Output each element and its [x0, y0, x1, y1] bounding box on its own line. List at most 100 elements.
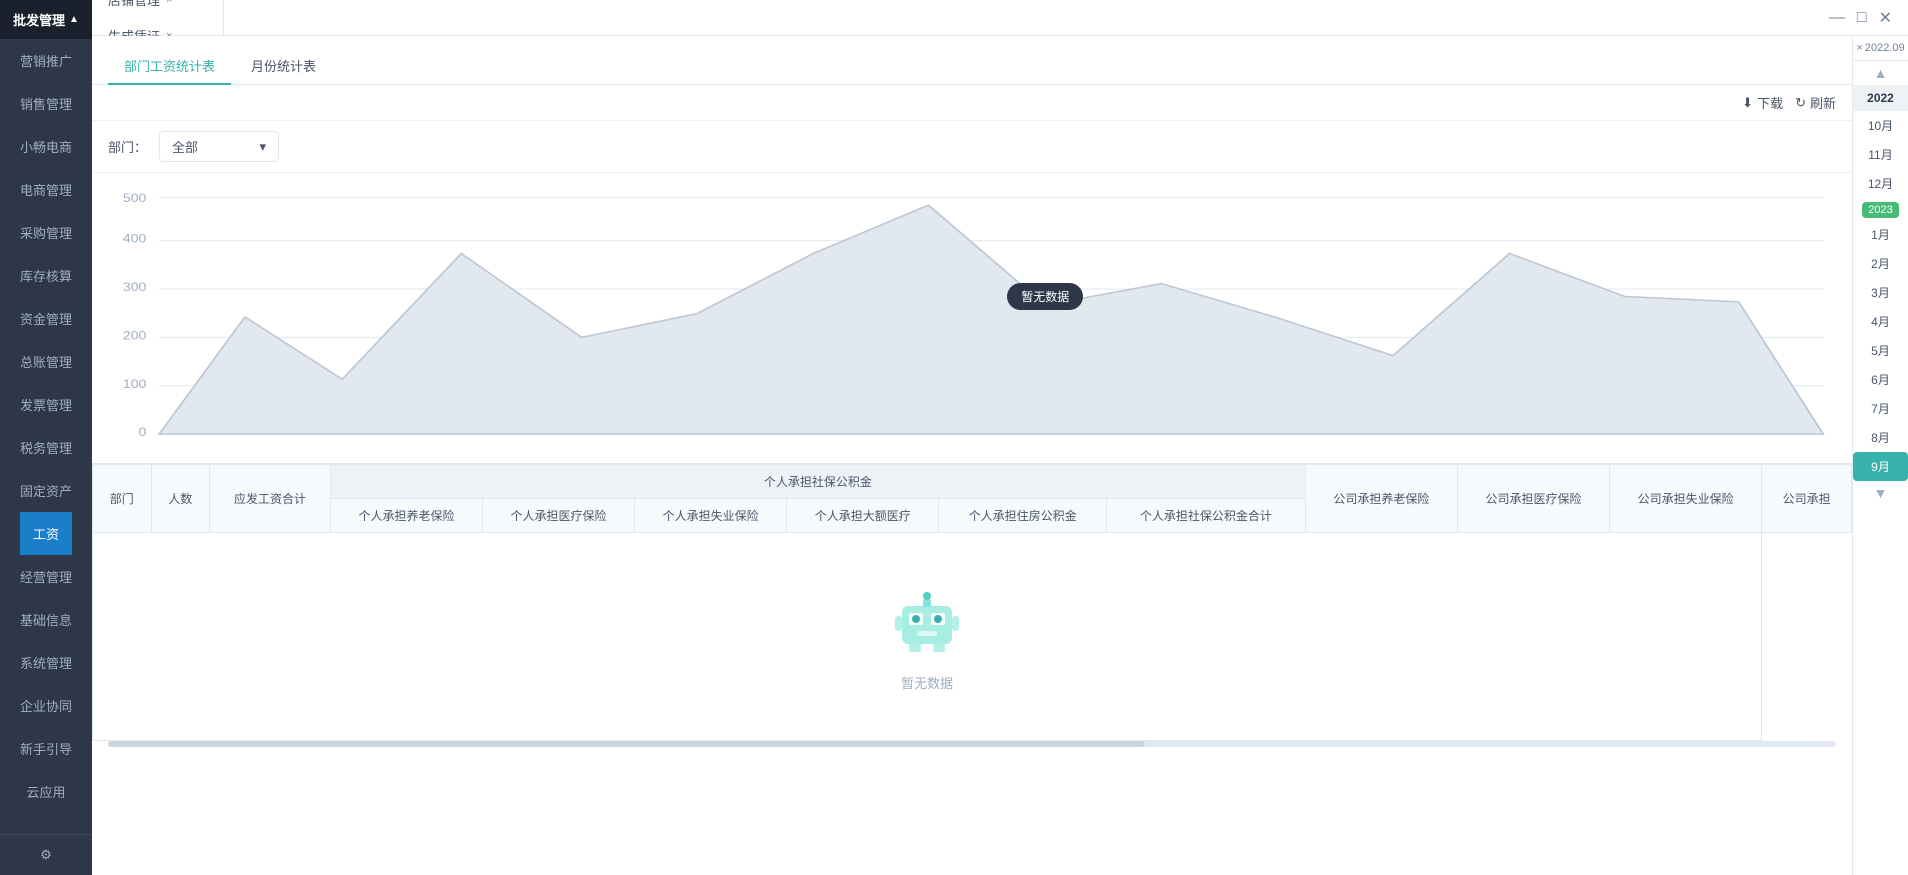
- page-content: 部门工资统计表 月份统计表 ⬇ 下载 ↻ 刷新 部门： 全部 ▾: [92, 36, 1852, 875]
- sidebar-item-基础信息[interactable]: 基础信息: [20, 598, 72, 641]
- date-sidebar-header: × 2022.09: [1853, 36, 1908, 61]
- sub-tab-bar: 部门工资统计表 月份统计表: [92, 36, 1852, 85]
- refresh-icon: ↻: [1795, 95, 1806, 111]
- th-company-pension: 公司承担养老保险: [1305, 465, 1457, 533]
- tab-bar-actions: — □ ✕: [1825, 4, 1904, 32]
- date-month-2[interactable]: 2月: [1853, 249, 1908, 278]
- refresh-label: 刷新: [1810, 93, 1836, 112]
- sidebar-item-营销推广[interactable]: 营销推广: [20, 39, 72, 82]
- empty-icon: [887, 581, 967, 661]
- sidebar-nav: 营销推广销售管理小畅电商电商管理采购管理库存核算资金管理总账管理发票管理税务管理…: [20, 39, 72, 813]
- dept-select[interactable]: 全部 ▾: [159, 131, 279, 162]
- sidebar-item-小畅电商[interactable]: 小畅电商: [20, 125, 72, 168]
- date-month-8[interactable]: 8月: [1853, 423, 1908, 452]
- date-nav: ▲ 2022 10月 11月 12月 2023 1月 2月 3月 4月 5月 6…: [1853, 61, 1908, 505]
- main-area: 首页门店商品目录×销售单×店铺管理×生成凭证×应收应付调整单×工资表×工资统计报…: [92, 0, 1908, 875]
- dept-filter-label: 部门：: [108, 137, 147, 156]
- th-personal-major-medical: 个人承担大额医疗: [787, 499, 939, 533]
- scroll-indicator[interactable]: [108, 741, 1836, 747]
- content-area: 部门工资统计表 月份统计表 ⬇ 下载 ↻ 刷新 部门： 全部 ▾: [92, 36, 1908, 875]
- chart-area: 0 100 200 300 400 500 暂无数: [92, 173, 1852, 463]
- date-month-12[interactable]: 12月: [1853, 169, 1908, 198]
- tab-month-stats[interactable]: 月份统计表: [235, 48, 332, 85]
- date-month-9[interactable]: 9月: [1853, 452, 1908, 481]
- th-dept: 部门: [93, 465, 152, 533]
- data-table: 部门 人数 应发工资合计 个人承担社保公积金 公司承担养老保险 公司承担医疗保险…: [92, 464, 1852, 741]
- svg-text:300: 300: [123, 280, 147, 294]
- date-month-1[interactable]: 1月: [1853, 220, 1908, 249]
- th-personal-unemployment: 个人承担失业保险: [635, 499, 787, 533]
- window-maximize-icon[interactable]: □: [1853, 5, 1871, 31]
- sidebar-item-销售管理[interactable]: 销售管理: [20, 82, 72, 125]
- th-count: 人数: [151, 465, 210, 533]
- sidebar-item-电商管理[interactable]: 电商管理: [20, 168, 72, 211]
- sidebar-title: 批发管理: [13, 10, 65, 29]
- sidebar-item-发票管理[interactable]: 发票管理: [20, 383, 72, 426]
- window-minimize-icon[interactable]: —: [1825, 5, 1849, 31]
- download-icon: ⬇: [1742, 95, 1753, 111]
- empty-label: 暂无数据: [901, 673, 953, 692]
- th-personal-insurance-group: 个人承担社保公积金: [330, 465, 1305, 499]
- sidebar-item-云应用[interactable]: 云应用: [20, 770, 72, 813]
- date-month-11[interactable]: 11月: [1853, 140, 1908, 169]
- scroll-thumb: [108, 741, 1145, 747]
- empty-state: 暂无数据: [103, 541, 1751, 732]
- th-company-unemployment: 公司承担失业保险: [1610, 465, 1762, 533]
- empty-row: 暂无数据: [93, 533, 1852, 741]
- sidebar-item-工资[interactable]: 工资: [20, 512, 72, 555]
- refresh-button[interactable]: ↻ 刷新: [1795, 93, 1836, 112]
- tab-店铺管理[interactable]: 店铺管理×: [96, 0, 224, 18]
- sidebar-item-经营管理[interactable]: 经营管理: [20, 555, 72, 598]
- sidebar-settings[interactable]: ⚙: [0, 834, 92, 875]
- window-close-icon[interactable]: ✕: [1875, 4, 1896, 32]
- th-company-other: 公司承担: [1762, 465, 1852, 533]
- sidebar: 批发管理 ▲ 营销推广销售管理小畅电商电商管理采购管理库存核算资金管理总账管理发…: [0, 0, 92, 875]
- svg-text:100: 100: [123, 377, 147, 391]
- date-nav-up[interactable]: ▲: [1870, 61, 1892, 85]
- svg-text:500: 500: [123, 191, 147, 205]
- tab-close-店铺管理[interactable]: ×: [166, 0, 172, 6]
- date-month-7[interactable]: 7月: [1853, 394, 1908, 423]
- th-company-medical: 公司承担医疗保险: [1457, 465, 1609, 533]
- th-personal-pension: 个人承担养老保险: [330, 499, 482, 533]
- th-personal-medical: 个人承担医疗保险: [483, 499, 635, 533]
- svg-text:0: 0: [139, 425, 147, 439]
- download-button[interactable]: ⬇ 下载: [1742, 93, 1783, 112]
- dept-select-value: 全部: [172, 137, 198, 156]
- date-month-5[interactable]: 5月: [1853, 336, 1908, 365]
- toolbar: ⬇ 下载 ↻ 刷新: [92, 85, 1852, 121]
- chevron-down-icon: ▾: [259, 139, 266, 155]
- th-total-wage: 应发工资合计: [210, 465, 331, 533]
- date-year-2023-badge: 2023: [1862, 202, 1898, 218]
- th-personal-housing-fund: 个人承担住房公积金: [939, 499, 1107, 533]
- sidebar-item-系统管理[interactable]: 系统管理: [20, 641, 72, 684]
- date-month-10[interactable]: 10月: [1853, 111, 1908, 140]
- date-year-2022: 2022: [1853, 85, 1908, 111]
- th-personal-insurance-total: 个人承担社保公积金合计: [1106, 499, 1305, 533]
- date-nav-down[interactable]: ▼: [1870, 481, 1892, 505]
- date-month-3[interactable]: 3月: [1853, 278, 1908, 307]
- date-sidebar-close[interactable]: ×: [1856, 42, 1862, 54]
- date-month-6[interactable]: 6月: [1853, 365, 1908, 394]
- sidebar-item-总账管理[interactable]: 总账管理: [20, 340, 72, 383]
- sidebar-item-固定资产[interactable]: 固定资产: [20, 469, 72, 512]
- date-sidebar-title: 2022.09: [1865, 42, 1905, 54]
- date-sidebar: × 2022.09 ▲ 2022 10月 11月 12月 2023 1月 2月 …: [1852, 36, 1908, 875]
- sidebar-item-企业协同[interactable]: 企业协同: [20, 684, 72, 727]
- date-month-4[interactable]: 4月: [1853, 307, 1908, 336]
- svg-text:200: 200: [123, 329, 147, 343]
- sidebar-item-采购管理[interactable]: 采购管理: [20, 211, 72, 254]
- filter-bar: 部门： 全部 ▾: [92, 121, 1852, 173]
- download-label: 下载: [1757, 93, 1783, 112]
- data-table-wrapper[interactable]: 部门 人数 应发工资合计 个人承担社保公积金 公司承担养老保险 公司承担医疗保险…: [92, 463, 1852, 875]
- tab-bar: 首页门店商品目录×销售单×店铺管理×生成凭证×应收应付调整单×工资表×工资统计报…: [92, 0, 1908, 36]
- sidebar-collapse-icon: ▲: [69, 14, 79, 25]
- sidebar-item-资金管理[interactable]: 资金管理: [20, 297, 72, 340]
- sidebar-item-新手引导[interactable]: 新手引导: [20, 727, 72, 770]
- svg-text:400: 400: [123, 232, 147, 246]
- chart-svg: 0 100 200 300 400 500: [108, 189, 1836, 447]
- sidebar-item-库存核算[interactable]: 库存核算: [20, 254, 72, 297]
- sidebar-header[interactable]: 批发管理 ▲: [0, 0, 92, 39]
- sidebar-item-税务管理[interactable]: 税务管理: [20, 426, 72, 469]
- tab-dept-stats[interactable]: 部门工资统计表: [108, 48, 231, 85]
